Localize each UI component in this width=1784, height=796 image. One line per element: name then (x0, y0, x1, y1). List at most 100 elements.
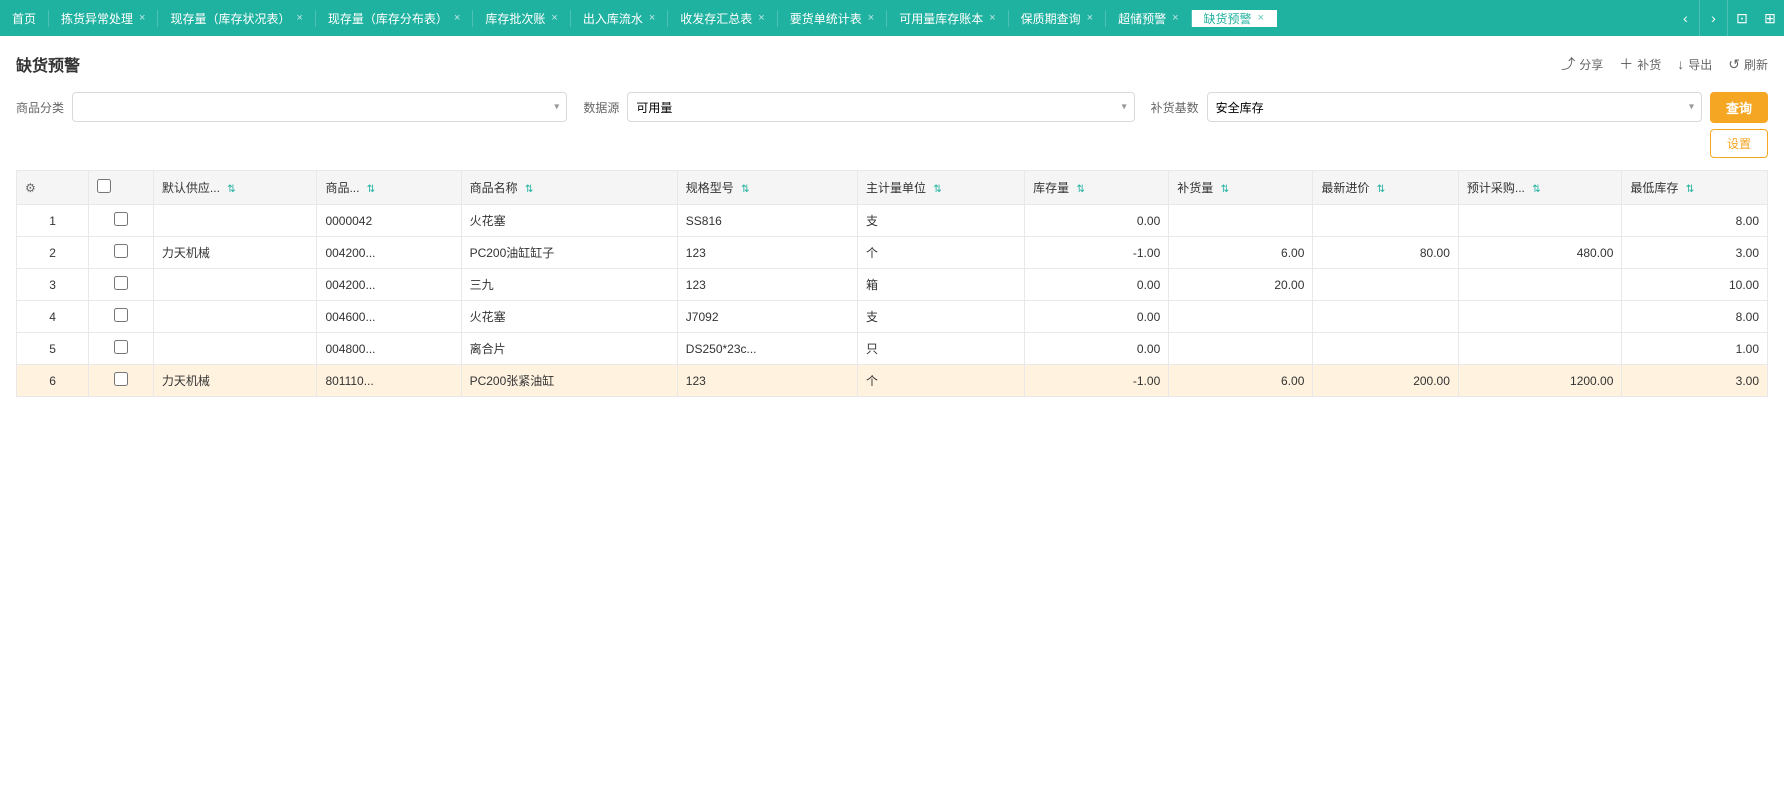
table-row: 2力天机械004200...PC200油缸缸子123个-1.006.0080.0… (17, 237, 1768, 269)
cell-index: 1 (17, 205, 89, 237)
cell-expected_purchase (1458, 205, 1622, 237)
cell-checkbox[interactable] (89, 301, 154, 333)
header-actions: ⤴ 分享 ＋ 补货 ↓ 导出 ↺ 刷新 (1561, 54, 1768, 74)
refresh-icon: ↺ (1728, 56, 1740, 73)
cell-min_stock: 1.00 (1622, 333, 1768, 365)
unit-sort-icon: ⇅ (933, 184, 941, 195)
th-replenish[interactable]: 补货量 ⇅ (1169, 171, 1313, 205)
tab-item------[interactable]: 出入库流水× (571, 10, 668, 27)
replenish-base-input[interactable] (1207, 92, 1702, 122)
row-checkbox[interactable] (114, 212, 128, 226)
tab-close-icon[interactable]: × (758, 12, 764, 24)
tab-item------[interactable]: 保质期查询× (1009, 10, 1106, 27)
share-button[interactable]: ⤴ 分享 (1561, 54, 1603, 74)
cell-checkbox[interactable] (89, 269, 154, 301)
cell-checkbox[interactable] (89, 365, 154, 397)
th-product-code[interactable]: 商品... ⇅ (317, 171, 461, 205)
th-product-name[interactable]: 商品名称 ⇅ (461, 171, 677, 205)
tab-scroll-next[interactable]: › (1700, 0, 1728, 36)
cell-index: 3 (17, 269, 89, 301)
tab-close-icon[interactable]: × (139, 12, 145, 24)
tab-fullscreen-btn[interactable]: ⊞ (1756, 0, 1784, 36)
latest-price-sort-icon: ⇅ (1377, 184, 1385, 195)
product-category-group: 商品分类 ▾ (16, 92, 567, 122)
product-category-input[interactable] (72, 92, 567, 122)
filter-fields: 商品分类 ▾ 数据源 ▾ 补货基数 ▾ (16, 92, 1702, 122)
replenish-sort-icon: ⇅ (1221, 184, 1229, 195)
export-button[interactable]: ↓ 导出 (1677, 56, 1712, 73)
gear-icon[interactable]: ⚙ (25, 181, 36, 195)
tab-restore-btn[interactable]: ⊡ (1728, 0, 1756, 36)
tab-label: 可用量库存账本 (899, 10, 983, 27)
tab-close-icon[interactable]: × (989, 12, 995, 24)
cell-replenish (1169, 205, 1313, 237)
row-checkbox[interactable] (114, 308, 128, 322)
share-label: 分享 (1579, 56, 1603, 73)
filter-section: 商品分类 ▾ 数据源 ▾ 补货基数 ▾ (16, 92, 1768, 158)
th-supplier[interactable]: 默认供应... ⇅ (153, 171, 317, 205)
tab-item-------[interactable]: 要货单统计表× (778, 10, 887, 27)
tab-item-----------[interactable]: 现存量（库存状况表）× (158, 10, 315, 27)
cell-supplier: 力天机械 (153, 365, 317, 397)
cell-checkbox[interactable] (89, 205, 154, 237)
tab-item------[interactable]: 库存批次账 × (473, 10, 570, 27)
refresh-button[interactable]: ↺ 刷新 (1728, 56, 1768, 73)
cell-product_code: 004600... (317, 301, 461, 333)
cell-checkbox[interactable] (89, 333, 154, 365)
cell-product_code: 801110... (317, 365, 461, 397)
cell-expected_purchase (1458, 269, 1622, 301)
cell-product_name: 火花塞 (461, 301, 677, 333)
page-title: 缺货预警 (16, 52, 80, 76)
export-icon: ↓ (1677, 56, 1684, 72)
th-spec-label: 规格型号 (686, 181, 734, 195)
cell-index: 6 (17, 365, 89, 397)
tab-label: 库存批次账 (485, 10, 545, 27)
row-checkbox[interactable] (114, 340, 128, 354)
cell-supplier (153, 301, 317, 333)
cell-unit: 箱 (857, 269, 1024, 301)
th-gear[interactable]: ⚙ (17, 171, 89, 205)
tab-close-icon[interactable]: × (1087, 12, 1093, 24)
th-latest-price-label: 最新进价 (1321, 181, 1369, 195)
table-row: 6力天机械801110...PC200张紧油缸123个-1.006.00200.… (17, 365, 1768, 397)
tab-close-icon[interactable]: × (1172, 12, 1178, 24)
tab-close-icon[interactable]: × (1258, 12, 1264, 24)
row-checkbox[interactable] (114, 372, 128, 386)
replenish-button[interactable]: ＋ 补货 (1619, 54, 1661, 74)
th-stock[interactable]: 库存量 ⇅ (1025, 171, 1169, 205)
row-checkbox[interactable] (114, 276, 128, 290)
cell-checkbox[interactable] (89, 237, 154, 269)
settings-button[interactable]: 设置 (1710, 129, 1768, 158)
cell-expected_purchase: 1200.00 (1458, 365, 1622, 397)
tab-item-------[interactable]: 收发存汇总表× (668, 10, 777, 27)
main-content: 缺货预警 ⤴ 分享 ＋ 补货 ↓ 导出 ↺ 刷新 商品分类 (0, 36, 1784, 796)
th-min-stock[interactable]: 最低库存 ⇅ (1622, 171, 1768, 205)
tab-close-icon[interactable]: × (868, 12, 874, 24)
tab-item---[interactable]: 首页 (0, 10, 49, 27)
cell-product_code: 004800... (317, 333, 461, 365)
tab-close-icon[interactable]: × (454, 12, 460, 24)
supplier-sort-icon: ⇅ (227, 184, 235, 195)
select-all-checkbox[interactable] (97, 179, 111, 193)
tab-close-icon[interactable]: × (296, 12, 302, 24)
tab-item--------[interactable]: 可用量库存账本 × (887, 10, 1008, 27)
cell-supplier (153, 269, 317, 301)
th-checkbox[interactable] (89, 171, 154, 205)
tab-close-icon[interactable]: × (649, 12, 655, 24)
tab-item-----[interactable]: 缺货预警× (1192, 10, 1277, 27)
tab-item-----[interactable]: 超储预警× (1106, 10, 1191, 27)
th-expected-purchase[interactable]: 预计采购... ⇅ (1458, 171, 1622, 205)
tab-item-----------[interactable]: 现存量（库存分布表）× (316, 10, 473, 27)
cell-product_code: 0000042 (317, 205, 461, 237)
th-spec[interactable]: 规格型号 ⇅ (677, 171, 857, 205)
tab-item-------[interactable]: 拣货异常处理× (49, 10, 158, 27)
tab-close-icon[interactable]: × (551, 12, 557, 24)
tab-scroll-prev[interactable]: ‹ (1672, 0, 1700, 36)
query-button[interactable]: 查询 (1710, 92, 1768, 123)
product-category-label: 商品分类 (16, 99, 64, 116)
data-source-input[interactable] (627, 92, 1134, 122)
cell-spec: 123 (677, 365, 857, 397)
th-unit[interactable]: 主计量单位 ⇅ (857, 171, 1024, 205)
row-checkbox[interactable] (114, 244, 128, 258)
th-latest-price[interactable]: 最新进价 ⇅ (1313, 171, 1459, 205)
